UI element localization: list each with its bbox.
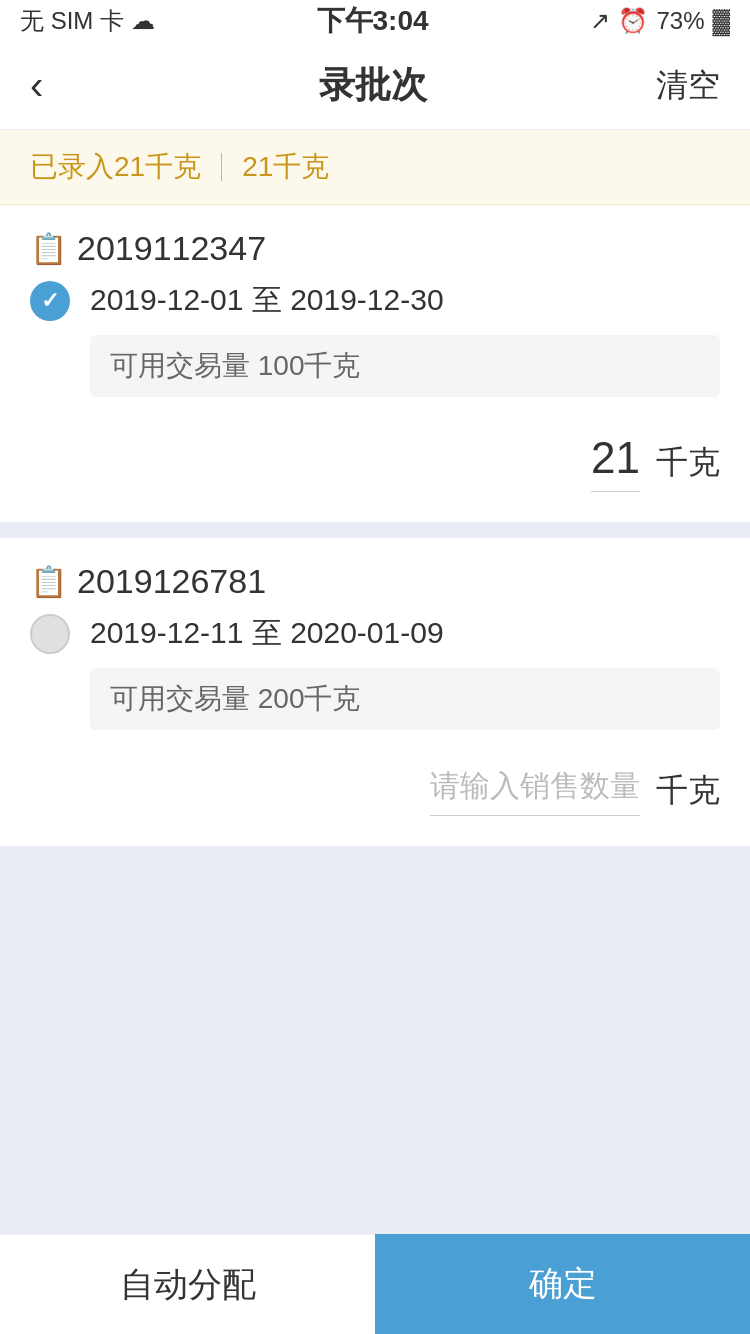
batch-2-header: 📋 2019126781 <box>30 562 720 601</box>
batch-1-quantity-value[interactable]: 21 <box>591 433 640 482</box>
batch-2-available: 可用交易量 200千克 <box>90 668 720 730</box>
section-divider-1 <box>0 522 750 538</box>
back-button[interactable]: ‹ <box>30 63 90 108</box>
batch-2-row: 2019-12-11 至 2020-01-09 <box>30 613 720 654</box>
sim-label: 无 SIM 卡 ☁ <box>20 5 155 37</box>
location-icon: ↗ <box>590 7 610 35</box>
batch-2-date: 2019-12-11 至 2020-01-09 <box>90 613 444 654</box>
batch-2-radio[interactable] <box>30 614 70 654</box>
batch-1-quantity-container: 21 <box>591 433 640 492</box>
batch-2-input-container[interactable]: 请输入销售数量 <box>430 766 640 816</box>
status-time: 下午3:04 <box>317 2 429 40</box>
bottom-bar: 自动分配 确定 <box>0 1234 750 1334</box>
batch-1-date: 2019-12-01 至 2019-12-30 <box>90 280 444 321</box>
summary-divider <box>221 153 222 181</box>
batch-1-radio[interactable]: ✓ <box>30 281 70 321</box>
batch-1-row: ✓ 2019-12-01 至 2019-12-30 <box>30 280 720 321</box>
batch-1-quantity-row: 21 千克 <box>0 417 750 492</box>
page-content: 已录入21千克 21千克 📋 2019112347 ✓ 2019-12-01 至… <box>0 130 750 1334</box>
clear-button[interactable]: 清空 <box>656 64 720 108</box>
status-right: ↗ ⏰ 73% ▓ <box>590 7 730 35</box>
batch-1-available: 可用交易量 100千克 <box>90 335 720 397</box>
checkmark-icon: ✓ <box>41 288 59 314</box>
status-left: 无 SIM 卡 ☁ <box>20 5 155 37</box>
batch-item-1[interactable]: 📋 2019112347 ✓ 2019-12-01 至 2019-12-30 可… <box>0 205 750 522</box>
batch-item-2[interactable]: 📋 2019126781 2019-12-11 至 2020-01-09 可用交… <box>0 538 750 846</box>
batch-1-icon: 📋 <box>30 231 67 266</box>
batch-2-number: 2019126781 <box>77 562 266 601</box>
alarm-icon: ⏰ <box>618 7 648 35</box>
nav-bar: ‹ 录批次 清空 <box>0 42 750 130</box>
batch-1-number: 2019112347 <box>77 229 266 268</box>
auto-distribute-button[interactable]: 自动分配 <box>0 1234 375 1334</box>
battery-icon: ▓ <box>712 7 730 35</box>
batch-2-icon: 📋 <box>30 564 67 599</box>
recorded-label: 已录入21千克 <box>30 148 201 186</box>
page-title: 录批次 <box>319 61 427 110</box>
confirm-button[interactable]: 确定 <box>375 1234 750 1334</box>
total-label: 21千克 <box>242 148 329 186</box>
batch-1-header: 📋 2019112347 <box>30 229 720 268</box>
batch-1-unit: 千克 <box>656 441 720 485</box>
battery-label: 73% <box>656 7 704 35</box>
batch-2-input-row: 请输入销售数量 千克 <box>0 750 750 816</box>
summary-banner: 已录入21千克 21千克 <box>0 130 750 205</box>
status-bar: 无 SIM 卡 ☁ 下午3:04 ↗ ⏰ 73% ▓ <box>0 0 750 42</box>
batch-2-input-placeholder: 请输入销售数量 <box>430 766 640 807</box>
batch-2-unit: 千克 <box>656 769 720 813</box>
